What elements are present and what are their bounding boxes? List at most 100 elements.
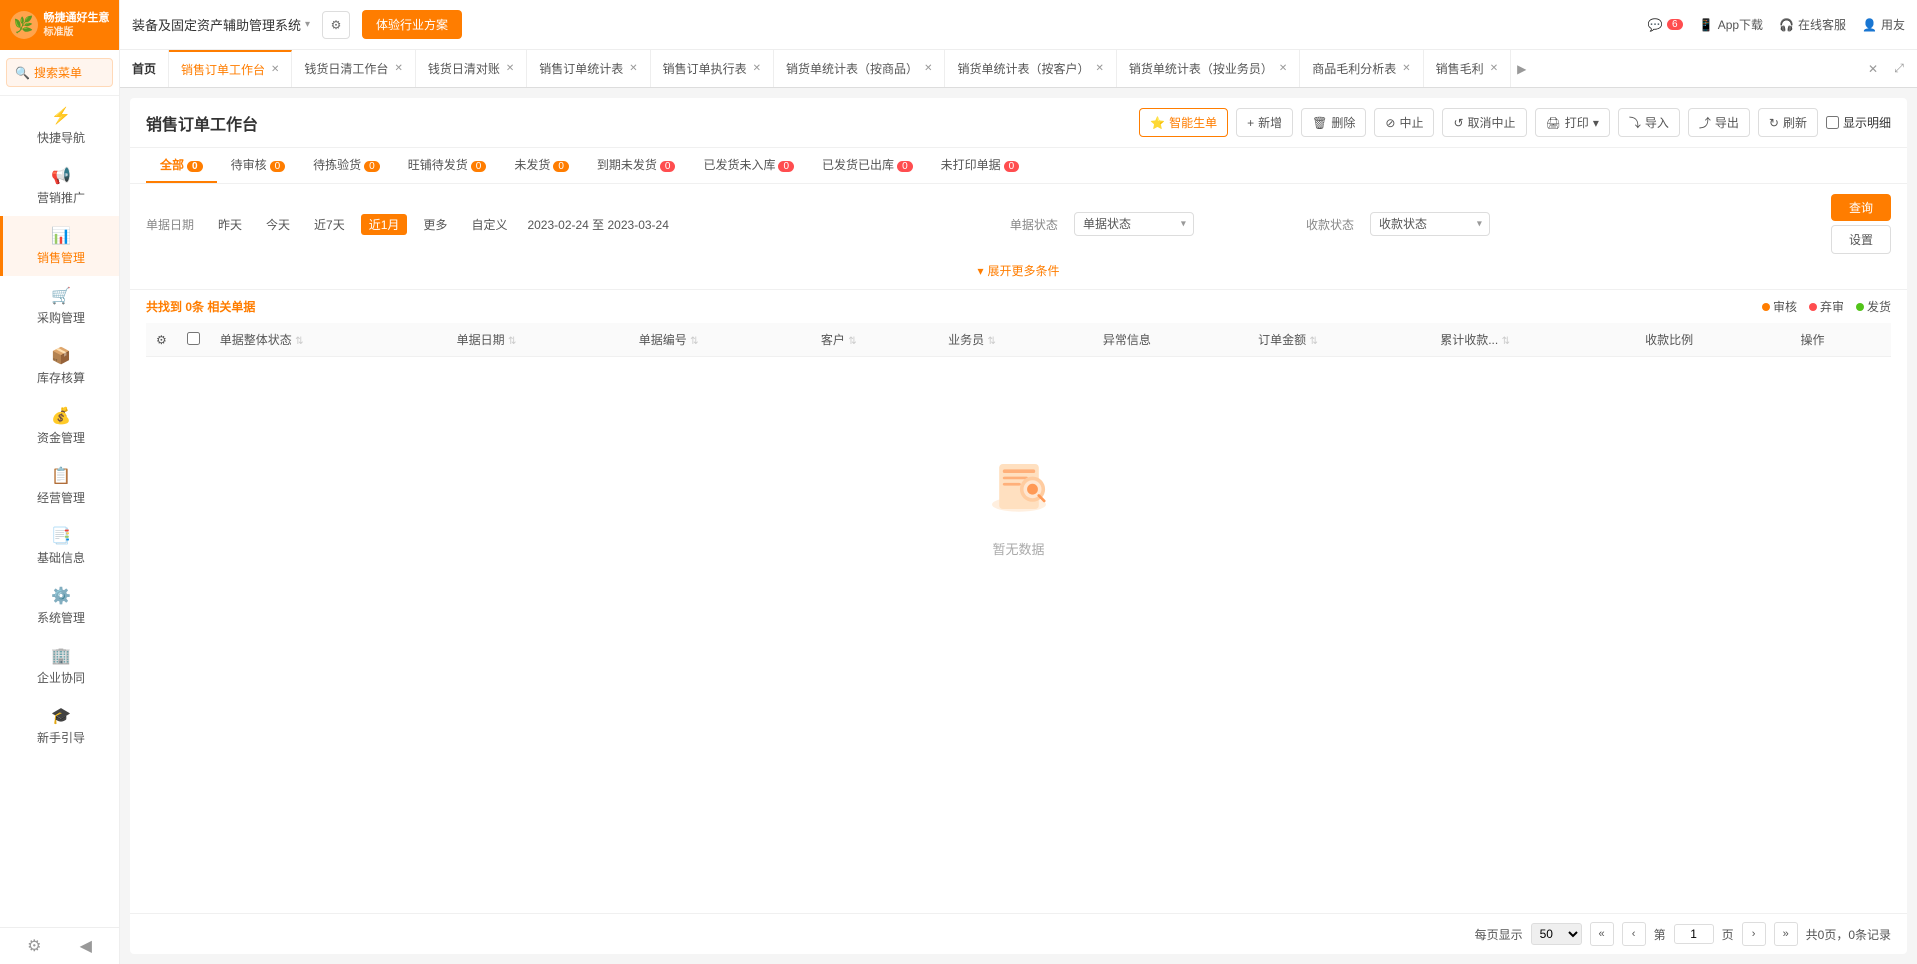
tab-sales-stats-employee[interactable]: 销货单统计表（按业务员） ✕ [1117,50,1300,87]
sub-tab-pending-review[interactable]: 待审核0 [217,148,300,183]
select-all-checkbox[interactable] [187,332,200,345]
prev-page-button[interactable]: ‹ [1622,922,1646,946]
smart-order-button[interactable]: ⭐ 智能生单 [1139,108,1228,137]
empty-illustration [974,437,1064,527]
sub-tab-shipped-in[interactable]: 已发货已出库0 [808,148,927,183]
sub-tab-pending-inspect[interactable]: 待拣验货0 [299,148,394,183]
delete-button[interactable]: 🗑 删除 [1301,108,1366,137]
page-size-select[interactable]: 50 10 20 100 [1531,923,1582,945]
sidebar-item-guide[interactable]: 🎓 新手引导 [0,696,119,756]
sidebar-item-purchase[interactable]: 🛒 采购管理 [0,276,119,336]
tab-product-margin[interactable]: 商品毛利分析表 ✕ [1300,50,1423,87]
unreviewed-action-button[interactable]: 弃审 [1809,298,1844,315]
tab-close-all-button[interactable]: ✕ [1861,57,1885,81]
ship-action-button[interactable]: 发货 [1856,298,1891,315]
tab-sales-stats-customer[interactable]: 销货单统计表（按客户） ✕ [945,50,1116,87]
tab-sales-order-stats[interactable]: 销售订单统计表 ✕ [527,50,650,87]
tab-scroll-right-button[interactable]: ▶ [1511,50,1532,87]
print-button[interactable]: 🖨 打印 ▾ [1535,108,1610,137]
horizontal-scrollbar[interactable] [130,901,1907,913]
show-detail-checkbox[interactable] [1826,116,1839,129]
sort-icon[interactable]: ⇅ [508,336,516,347]
sub-tab-not-printed[interactable]: 未打印单据0 [927,148,1034,183]
import-button[interactable]: ⤵ 导入 [1618,108,1680,137]
status-select[interactable]: 单据状态 [1074,212,1194,236]
date-today-btn[interactable]: 今天 [258,214,298,235]
sidebar-item-system[interactable]: ⚙️ 系统管理 [0,576,119,636]
export-button[interactable]: ⤴ 导出 [1688,108,1750,137]
user-button[interactable]: 👤 用友 [1862,16,1905,33]
date-1month-btn[interactable]: 近1月 [361,214,408,235]
sort-icon[interactable]: ⇅ [295,336,303,347]
last-page-button[interactable]: » [1774,922,1798,946]
message-button[interactable]: 💬 6 [1648,18,1683,32]
tab-close-icon[interactable]: ✕ [1279,63,1287,74]
sidebar-item-marketing[interactable]: 📢 营销推广 [0,156,119,216]
page-actions: ⭐ 智能生单 + 新增 🗑 删除 ⊘ 中止 [1139,108,1891,137]
tab-close-icon[interactable]: ✕ [506,63,514,74]
add-button[interactable]: + 新增 [1236,108,1293,137]
date-custom-btn[interactable]: 自定义 [463,214,515,235]
page-number-input[interactable] [1674,924,1714,944]
tab-maximize-button[interactable]: ⤢ [1887,57,1911,81]
th-settings[interactable]: ⚙ [146,323,177,357]
refresh-icon: ↻ [1769,116,1779,130]
tab-close-icon[interactable]: ✕ [394,63,402,74]
sort-icon[interactable]: ⇅ [1309,336,1317,347]
refresh-button[interactable]: ↻ 刷新 [1758,108,1818,137]
expand-conditions-button[interactable]: ▾ 展开更多条件 [977,262,1059,279]
tab-sales-order-workspace[interactable]: 销售订单工作台 ✕ [169,50,292,87]
stop-button[interactable]: ⊘ 中止 [1374,108,1434,137]
system-title: 装备及固定资产辅助管理系统 ▾ [132,15,310,34]
sort-icon[interactable]: ⇅ [848,336,856,347]
payment-select[interactable]: 收款状态 [1370,212,1490,236]
tab-close-icon[interactable]: ✕ [271,64,279,75]
date-7days-btn[interactable]: 近7天 [306,214,353,235]
settings-icon-button[interactable]: ⚙ [322,11,350,39]
sort-icon[interactable]: ⇅ [988,336,996,347]
date-more-btn[interactable]: 更多 [415,214,455,235]
sidebar-item-finance[interactable]: 💰 资金管理 [0,396,119,456]
tab-close-icon[interactable]: ✕ [924,63,932,74]
date-range-display: 2023-02-24 至 2023-03-24 [527,216,668,233]
sidebar-item-quick-nav[interactable]: ⚡ 快捷导航 [0,96,119,156]
cancel-stop-button[interactable]: ↺ 取消中止 [1442,108,1526,137]
filter-settings-button[interactable]: 设置 [1831,225,1891,254]
sort-icon[interactable]: ⇅ [690,336,698,347]
sidebar-item-inventory[interactable]: 📦 库存核算 [0,336,119,396]
tab-close-icon[interactable]: ✕ [1095,63,1103,74]
app-download-button[interactable]: 📱 App下载 [1699,16,1763,33]
tab-cash-reconcile[interactable]: 钱货日清对账 ✕ [416,50,527,87]
sidebar-settings-button[interactable]: ⚙ [27,936,41,956]
tab-sales-stats-product[interactable]: 销货单统计表（按商品） ✕ [774,50,945,87]
tab-cash-daily[interactable]: 钱货日清工作台 ✕ [292,50,415,87]
first-page-button[interactable]: « [1590,922,1614,946]
query-button[interactable]: 查询 [1831,194,1891,221]
sub-tab-shipped-not-in[interactable]: 已发货未入库0 [689,148,808,183]
tab-close-icon[interactable]: ✕ [1402,63,1410,74]
sub-tab-overdue[interactable]: 到期未发货0 [583,148,690,183]
industry-solution-button[interactable]: 体验行业方案 [362,10,462,39]
tab-close-icon[interactable]: ✕ [629,63,637,74]
sub-tab-not-shipped[interactable]: 未发货0 [500,148,583,183]
sub-tab-not-printed-count: 0 [1004,161,1020,172]
tab-sales-order-exec[interactable]: 销售订单执行表 ✕ [651,50,774,87]
sort-icon[interactable]: ⇅ [1502,336,1510,347]
sidebar-item-enterprise[interactable]: 🏢 企业协同 [0,636,119,696]
online-service-button[interactable]: 🎧 在线客服 [1779,16,1846,33]
sub-tab-wangpu[interactable]: 旺铺待发货0 [394,148,501,183]
next-page-button[interactable]: › [1742,922,1766,946]
sidebar-item-basic-info[interactable]: 📑 基础信息 [0,516,119,576]
search-menu-button[interactable]: 🔍 搜索菜单 [6,58,113,87]
tab-sales-margin[interactable]: 销售毛利 ✕ [1424,50,1511,87]
sidebar-item-operations[interactable]: 📋 经营管理 [0,456,119,516]
date-yesterday-btn[interactable]: 昨天 [210,214,250,235]
tab-home[interactable]: 首页 [120,50,169,87]
sidebar-item-sales[interactable]: 📊 销售管理 [0,216,119,276]
th-checkbox[interactable] [177,323,210,357]
review-action-button[interactable]: 审核 [1762,298,1797,315]
sub-tab-all[interactable]: 全部0 [146,148,217,183]
tab-close-icon[interactable]: ✕ [753,63,761,74]
tab-close-icon[interactable]: ✕ [1490,63,1498,74]
sidebar-collapse-button[interactable]: ◀ [80,936,92,956]
